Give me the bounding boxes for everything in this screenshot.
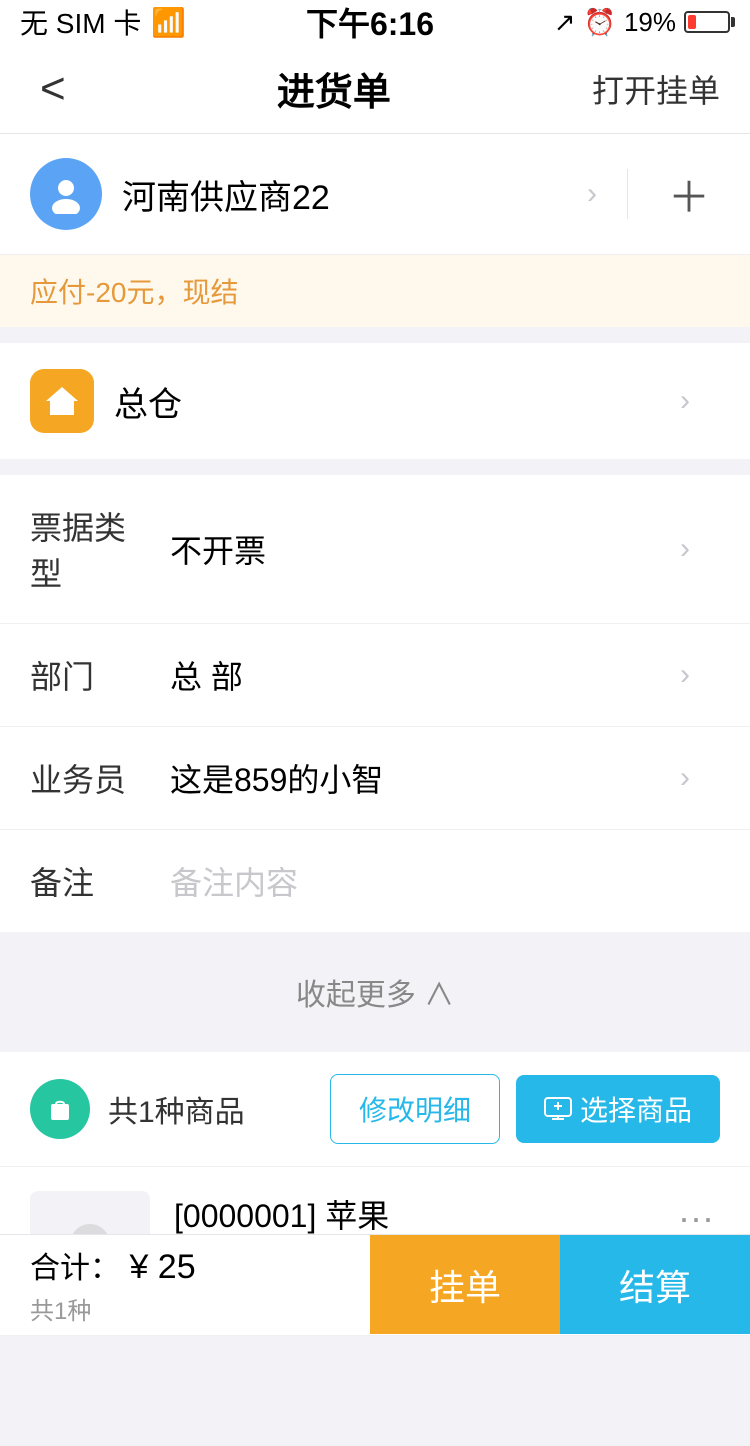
total-label: 合计： (30, 1252, 120, 1285)
nav-bar: < 进货单 打开挂单 (0, 44, 750, 134)
status-time: 下午6:16 (306, 0, 434, 45)
collapse-toggle[interactable]: 收起更多 ∧ (0, 948, 750, 1036)
supplier-card: 河南供应商22 › ＋ 应付-20元，现结 (0, 134, 750, 327)
dept-value: 总 部 (150, 652, 680, 698)
product-title: 苹果 (325, 1198, 389, 1234)
product-code: [0000001] (174, 1198, 316, 1234)
select-product-label: 选择商品 (580, 1089, 692, 1129)
product-name: [0000001] 苹果 (174, 1191, 672, 1237)
page-title: 进货单 (277, 61, 391, 116)
status-left: 无 SIM 卡 📶 (20, 2, 186, 42)
bottom-bar: 合计： ¥ 25 共1种 挂单 结算 (0, 1234, 750, 1334)
total-value: ¥ 25 (129, 1248, 195, 1286)
carrier-text: 无 SIM 卡 (20, 2, 141, 42)
warehouse-name: 总仓 (114, 377, 680, 426)
total-section: 合计： ¥ 25 共1种 (0, 1235, 370, 1334)
battery-icon (684, 11, 730, 33)
product-count: 共1种商品 (108, 1087, 330, 1131)
dept-row[interactable]: 部门 总 部 › (0, 624, 750, 727)
dept-chevron-icon: › (680, 658, 690, 692)
hang-button[interactable]: 挂单 (370, 1235, 560, 1334)
status-bar: 无 SIM 卡 📶 下午6:16 ↗ ⏰ 19% (0, 0, 750, 44)
warehouse-row[interactable]: 总仓 › (0, 343, 750, 459)
sales-chevron-icon: › (680, 761, 690, 795)
sales-value: 这是859的小智 (150, 755, 680, 801)
select-product-button[interactable]: 选择商品 (516, 1075, 720, 1143)
form-card: 票据类型 不开票 › 部门 总 部 › 业务员 这是859的小智 › 备注 备注… (0, 475, 750, 932)
invoice-row[interactable]: 票据类型 不开票 › (0, 475, 750, 624)
total-amount: 合计： ¥ 25 (30, 1243, 340, 1287)
supplier-chevron-icon: › (587, 177, 597, 211)
alarm-icon: ⏰ (584, 7, 616, 38)
invoice-chevron-icon: › (680, 532, 690, 566)
dept-label: 部门 (30, 652, 150, 698)
supplier-row[interactable]: 河南供应商22 › ＋ (0, 134, 750, 255)
sales-label: 业务员 (30, 755, 150, 801)
edit-detail-button[interactable]: 修改明细 (330, 1074, 500, 1144)
supplier-avatar (30, 158, 102, 230)
warehouse-icon (30, 369, 94, 433)
sales-row[interactable]: 业务员 这是859的小智 › (0, 727, 750, 830)
total-count: 共1种 (30, 1291, 340, 1326)
battery-percent: 19% (624, 7, 676, 38)
product-header: 共1种商品 修改明细 选择商品 (0, 1052, 750, 1167)
invoice-label: 票据类型 (30, 503, 150, 595)
supplier-notice: 应付-20元，现结 (0, 255, 750, 327)
supplier-name: 河南供应商22 (122, 170, 587, 219)
remark-value[interactable]: 备注内容 (150, 858, 720, 904)
remark-row[interactable]: 备注 备注内容 (0, 830, 750, 932)
divider (627, 169, 628, 219)
back-button[interactable]: < (30, 54, 76, 124)
open-hang-button[interactable]: 打开挂单 (592, 66, 720, 112)
product-icon (30, 1079, 90, 1139)
warehouse-chevron-icon: › (680, 384, 690, 418)
status-right: ↗ ⏰ 19% (554, 7, 730, 38)
add-supplier-button[interactable]: ＋ (658, 164, 720, 225)
settle-button[interactable]: 结算 (560, 1235, 750, 1334)
invoice-value: 不开票 (150, 526, 680, 572)
warehouse-card: 总仓 › (0, 343, 750, 459)
location-icon: ↗ (554, 7, 576, 38)
wifi-icon: 📶 (151, 6, 186, 39)
remark-label: 备注 (30, 858, 150, 904)
